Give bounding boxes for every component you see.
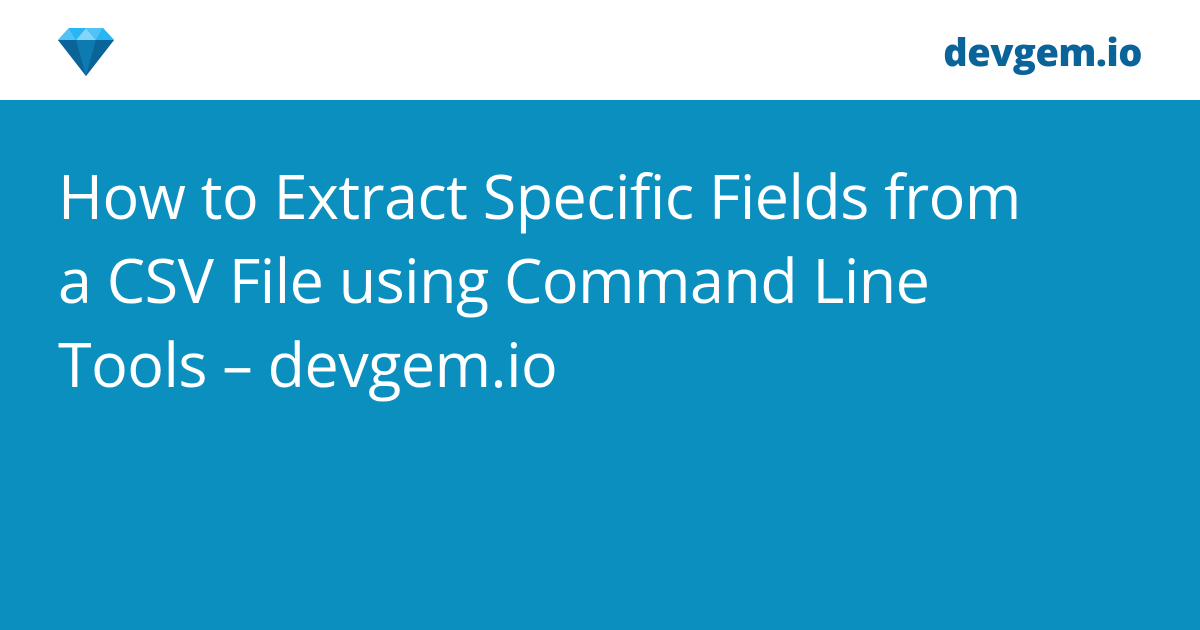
gem-icon: [58, 28, 114, 76]
page-title: How to Extract Specific Fields from a CS…: [58, 154, 1038, 407]
header: devgem.io: [0, 0, 1200, 100]
hero-section: How to Extract Specific Fields from a CS…: [0, 100, 1200, 630]
brand-name: devgem.io: [943, 26, 1142, 78]
